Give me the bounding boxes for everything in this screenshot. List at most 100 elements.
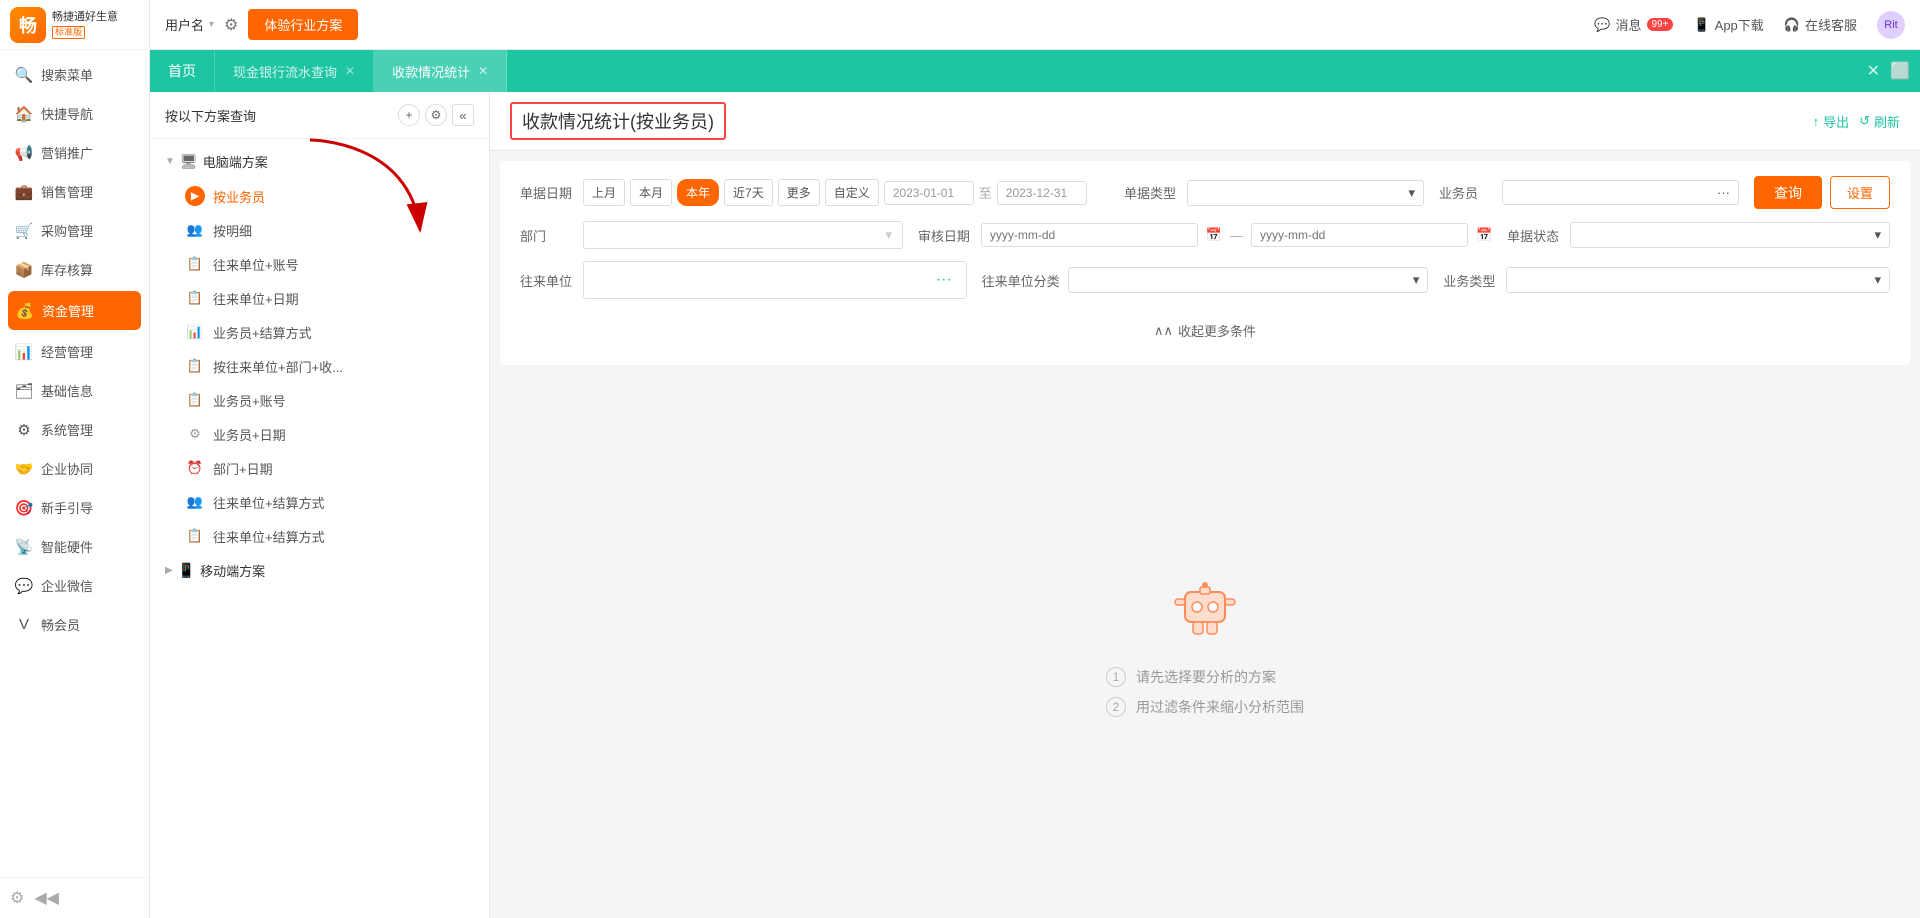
refresh-button[interactable]: ↺ 刷新 [1859, 112, 1900, 131]
partner-select[interactable]: ··· [583, 261, 967, 299]
mobile-icon: 📱 [178, 562, 195, 579]
settings-button[interactable]: 设置 [1830, 176, 1890, 209]
desktop-icon: 🖥 [180, 153, 198, 170]
marketing-icon: 📢 [15, 144, 33, 162]
sidebar-item-enterprise[interactable]: 🤝 企业协同 [0, 449, 149, 488]
partner-field: 往来单位 ··· [520, 261, 967, 299]
sidebar-item-hardware[interactable]: 📡 智能硬件 [0, 527, 149, 566]
add-scheme-button[interactable]: + [398, 104, 420, 126]
review-date-to-input[interactable] [1251, 223, 1468, 247]
sidebar: 畅 畅捷通好生意 标准版 🔍 搜索菜单 🏠 快捷导航 📢 营销推广 💼 销售管理… [0, 0, 150, 918]
sidebar-item-finance[interactable]: 💰 资金管理 [8, 291, 141, 330]
scheme-item-salesman[interactable]: ▶ 按业务员 [150, 179, 489, 213]
calendar-icon[interactable]: 📅 [1206, 227, 1222, 243]
sidebar-item-guide[interactable]: 🎯 新手引导 [0, 488, 149, 527]
more-date-btn[interactable]: 更多 [778, 179, 820, 206]
user-avatar[interactable]: Rit [1877, 11, 1905, 39]
scheme-icon: 📋 [185, 526, 205, 546]
logo-area: 畅 畅捷通好生意 标准版 [0, 0, 149, 50]
scheme-icon: 📊 [185, 322, 205, 342]
bill-type-select[interactable]: ▾ [1187, 180, 1424, 206]
window-buttons: ✕ ⬜ [1857, 50, 1920, 92]
scheme-settings-button[interactable]: ⚙ [425, 104, 447, 126]
window-maximize-btn[interactable]: ⬜ [1890, 61, 1910, 81]
window-close-btn[interactable]: ✕ [1867, 61, 1880, 81]
scheme-item-unit-dept[interactable]: 📋 按往来单位+部门+收... [150, 349, 489, 383]
app-download-button[interactable]: 📱 App下载 [1693, 15, 1763, 34]
mobile-group-title[interactable]: ▶ 📱 移动端方案 [150, 553, 489, 588]
tab-receipt[interactable]: 收款情况统计 ✕ [374, 50, 507, 92]
user-dropdown-arrow[interactable]: ▾ [209, 19, 214, 30]
export-button[interactable]: ↑ 导出 [1813, 112, 1850, 131]
scheme-item-unit-payment1[interactable]: 👥 往来单位+结算方式 [150, 485, 489, 519]
main-area: 用户名 ▾ ⚙ 体验行业方案 💬 消息 99+ 📱 App下载 🎧 在线客服 R… [150, 0, 1920, 918]
dept-select[interactable]: ▾ [583, 221, 903, 249]
this-month-btn[interactable]: 本月 [630, 179, 672, 206]
sidebar-item-inventory[interactable]: 📦 库存核算 [0, 250, 149, 289]
scheme-item-unit-payment2[interactable]: 📋 往来单位+结算方式 [150, 519, 489, 553]
settings-bottom-icon[interactable]: ⚙ [10, 888, 24, 908]
scheme-item-unit-account[interactable]: 📋 往来单位+账号 [150, 247, 489, 281]
sidebar-item-marketing[interactable]: 📢 营销推广 [0, 133, 149, 172]
sidebar-item-sales[interactable]: 💼 销售管理 [0, 172, 149, 211]
bill-status-label: 单据状态 [1507, 226, 1562, 245]
page-title: 收款情况统计(按业务员) [522, 112, 714, 132]
date-from-input[interactable] [884, 181, 974, 205]
this-year-btn[interactable]: 本年 [677, 179, 719, 206]
dept-label: 部门 [520, 226, 575, 245]
tab-bank[interactable]: 现金银行流水查询 ✕ [215, 50, 374, 92]
collapse-more-button[interactable]: ∧∧ 收起更多条件 [520, 311, 1890, 350]
last-7days-btn[interactable]: 近7天 [724, 179, 773, 206]
messages-button[interactable]: 💬 消息 99+ [1594, 15, 1673, 34]
last-month-btn[interactable]: 上月 [583, 179, 625, 206]
collapse-icon: ∧∧ [1154, 323, 1173, 339]
sidebar-item-wechat[interactable]: 💬 企业微信 [0, 566, 149, 605]
sidebar-item-search[interactable]: 🔍 搜索菜单 [0, 55, 149, 94]
review-date-from-input[interactable] [981, 223, 1198, 247]
sidebar-item-operation[interactable]: 📊 经营管理 [0, 332, 149, 371]
online-service-button[interactable]: 🎧 在线客服 [1784, 15, 1857, 34]
partner-more-icon: ··· [932, 267, 956, 293]
top-header: 用户名 ▾ ⚙ 体验行业方案 💬 消息 99+ 📱 App下载 🎧 在线客服 R… [150, 0, 1920, 50]
user-info: 用户名 ▾ [165, 15, 214, 34]
partner-category-select[interactable]: ▾ [1068, 267, 1429, 293]
sidebar-item-system[interactable]: ⚙ 系统管理 [0, 410, 149, 449]
scheme-item-salesman-account[interactable]: 📋 业务员+账号 [150, 383, 489, 417]
dept-dropdown-icon: ▾ [885, 227, 892, 243]
header-left: 用户名 ▾ ⚙ 体验行业方案 [165, 9, 358, 40]
date-to-input[interactable] [997, 181, 1087, 205]
trial-button[interactable]: 体验行业方案 [248, 9, 358, 40]
scheme-icon: ⚙ [185, 424, 205, 444]
tab-bar: 首页 现金银行流水查询 ✕ 收款情况统计 ✕ ✕ ⬜ [150, 50, 1920, 92]
desktop-group-title[interactable]: ▼ 🖥 电脑端方案 [150, 144, 489, 179]
scheme-item-salesman-payment[interactable]: 📊 业务员+结算方式 [150, 315, 489, 349]
query-button[interactable]: 查询 [1754, 176, 1822, 209]
scheme-icon: 📋 [185, 254, 205, 274]
collapse-sidebar-icon[interactable]: ◀‌‌‌‌◀ [34, 888, 59, 908]
sidebar-item-basic[interactable]: 🗂 基础信息 [0, 371, 149, 410]
header-settings-icon[interactable]: ⚙ [224, 15, 238, 35]
tab-receipt-close[interactable]: ✕ [478, 64, 488, 78]
panel-actions: + ⚙ « [398, 104, 474, 126]
calendar-icon-2[interactable]: 📅 [1476, 227, 1492, 243]
bill-status-select[interactable]: ▾ [1570, 222, 1890, 248]
sidebar-item-member[interactable]: V 畅会员 [0, 605, 149, 644]
salesman-select[interactable]: ··· [1502, 180, 1739, 205]
custom-date-btn[interactable]: 自定义 [825, 179, 879, 206]
scheme-icon: 👥 [185, 492, 205, 512]
scheme-item-unit-date[interactable]: 📋 往来单位+日期 [150, 281, 489, 315]
scheme-item-salesman-date[interactable]: ⚙ 业务员+日期 [150, 417, 489, 451]
scheme-item-mingxi[interactable]: 👥 按明细 [150, 213, 489, 247]
scheme-icon: 📋 [185, 356, 205, 376]
group-expand-arrow: ▼ [165, 156, 175, 167]
tab-home[interactable]: 首页 [150, 50, 215, 92]
biz-type-chevron: ▾ [1874, 272, 1881, 288]
scheme-item-dept-date[interactable]: ⏰ 部门+日期 [150, 451, 489, 485]
sales-icon: 💼 [15, 183, 33, 201]
sidebar-item-purchase[interactable]: 🛒 采购管理 [0, 211, 149, 250]
tab-bank-close[interactable]: ✕ [345, 64, 355, 78]
sidebar-item-shortcut[interactable]: 🏠 快捷导航 [0, 94, 149, 133]
collapse-panel-button[interactable]: « [452, 104, 474, 126]
business-type-select[interactable]: ▾ [1506, 267, 1890, 293]
basic-icon: 🗂 [15, 382, 33, 400]
